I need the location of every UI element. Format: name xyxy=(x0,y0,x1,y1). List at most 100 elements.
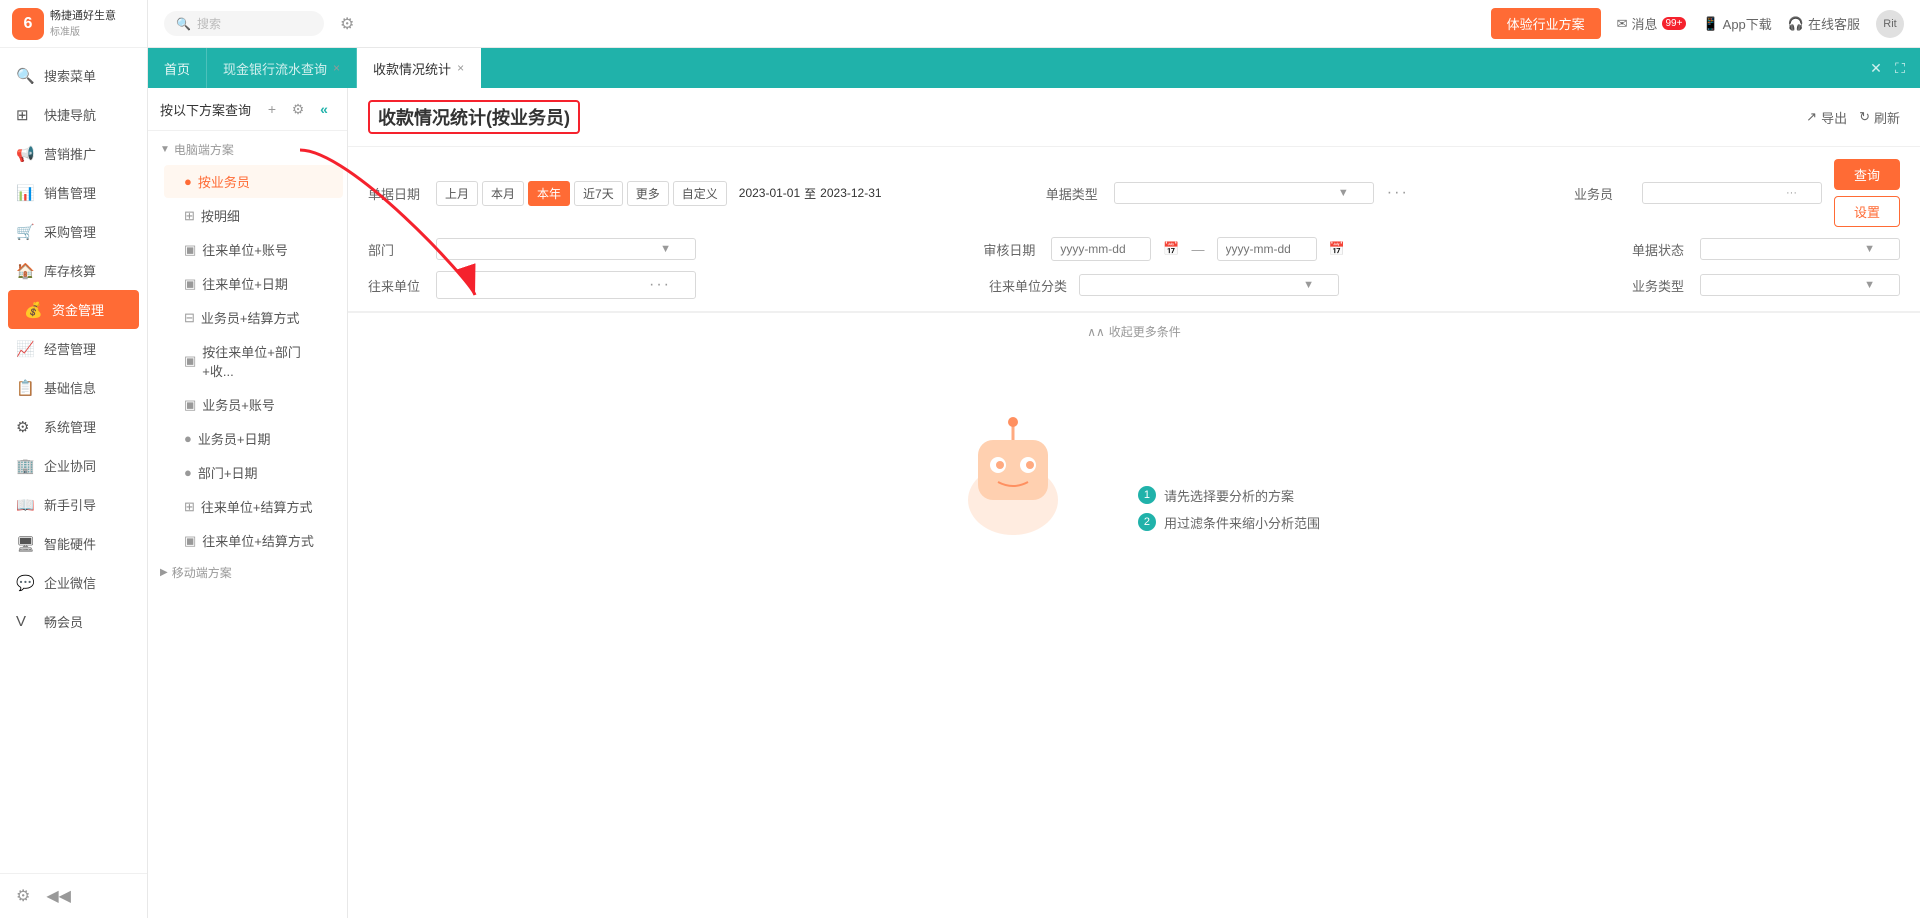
sidebar-item-marketing[interactable]: 📢 营销推广 xyxy=(0,134,147,173)
sidebar-item-operations[interactable]: 📈 经营管理 xyxy=(0,329,147,368)
scheme-item-salesman[interactable]: ● 按业务员 xyxy=(164,165,343,198)
sidebar-item-sales[interactable]: 📊 销售管理 xyxy=(0,173,147,212)
scheme-settings-btn[interactable]: ⚙ xyxy=(287,98,309,120)
from-unit-select[interactable]: ··· xyxy=(436,271,696,299)
tab-bank-flow[interactable]: 现金银行流水查询 × xyxy=(207,48,357,88)
from-unit-more-btn[interactable]: ··· xyxy=(649,276,671,294)
tab-receipt-stats[interactable]: 收款情况统计 × xyxy=(357,48,481,88)
scheme-item-unit-settle2[interactable]: ▣ 往来单位+结算方式 xyxy=(164,524,343,557)
logo-area: 6 畅捷通好生意 标准版 xyxy=(0,0,147,48)
date-btn-7days[interactable]: 近7天 xyxy=(574,181,623,206)
scheme-item-unit-date[interactable]: ▣ 往来单位+日期 xyxy=(164,267,343,300)
page-title: 收款情况统计(按业务员) xyxy=(368,100,580,134)
date-btn-this-year[interactable]: 本年 xyxy=(528,181,570,206)
scheme-header-label: 按以下方案查询 xyxy=(160,100,251,119)
online-service-btn[interactable]: 🎧 在线客服 xyxy=(1788,14,1860,33)
newbie-icon: 📖 xyxy=(16,496,36,514)
sidebar-item-quicknav[interactable]: ⊞ 快捷导航 xyxy=(0,95,147,134)
doc-status-select[interactable]: ▼ xyxy=(1700,238,1900,260)
item-icon-ss: ⊟ xyxy=(184,310,195,326)
date-range-divider: — xyxy=(1192,242,1205,257)
tab-close-bank-flow[interactable]: × xyxy=(333,61,340,75)
scheme-collapse-btn[interactable]: « xyxy=(313,98,335,120)
filter-row-1: 单据日期 上月 本月 本年 近7天 更多 自定义 2023-01-01 至 20… xyxy=(368,159,1900,227)
sidebar-nav: 🔍 搜索菜单 ⊞ 快捷导航 📢 营销推广 📊 销售管理 🛒 采购管理 🏠 库存核… xyxy=(0,48,147,873)
from-unit-class-select[interactable]: ▼ xyxy=(1079,274,1339,296)
query-btn[interactable]: 查询 xyxy=(1834,159,1900,190)
scheme-item-detail[interactable]: ⊞ 按明细 xyxy=(164,199,343,232)
item-icon-dd: ● xyxy=(184,465,192,480)
sidebar-item-finance[interactable]: 💰 资金管理 xyxy=(8,290,139,329)
scheme-item-unit-dept[interactable]: ▣ 按往来单位+部门+收... xyxy=(164,335,343,387)
trial-btn[interactable]: 体验行业方案 xyxy=(1491,8,1601,39)
robot-illustration xyxy=(948,410,1078,540)
user-avatar[interactable]: Rit xyxy=(1876,10,1904,38)
sidebar-item-wechat[interactable]: 💬 企业微信 xyxy=(0,563,147,602)
scheme-item-unit-account[interactable]: ▣ 往来单位+账号 xyxy=(164,233,343,266)
item-icon-uds: ▣ xyxy=(184,353,196,369)
tab-home[interactable]: 首页 xyxy=(148,48,207,88)
sidebar-item-newbie[interactable]: 📖 新手引导 xyxy=(0,485,147,524)
collapse-label: 收起更多条件 xyxy=(1109,323,1181,340)
window-btns: ✕ ⛶ xyxy=(1856,48,1920,88)
company-icon: 🏢 xyxy=(16,457,36,475)
messages-btn[interactable]: ✉ 消息 99+ xyxy=(1617,14,1687,33)
date-btn-last-month[interactable]: 上月 xyxy=(436,181,478,206)
sidebar-item-member[interactable]: V 畅会员 xyxy=(0,602,147,641)
tab-close-receipt-stats[interactable]: × xyxy=(457,61,464,75)
scheme-item-salesman-date[interactable]: ● 业务员+日期 xyxy=(164,422,343,455)
collapse-sidebar-icon[interactable]: ◀◀ xyxy=(46,886,71,906)
sidebar-item-purchase[interactable]: 🛒 采购管理 xyxy=(0,212,147,251)
date-btn-custom[interactable]: 自定义 xyxy=(673,181,727,206)
refresh-btn[interactable]: ↻ 刷新 xyxy=(1859,108,1900,127)
sidebar-item-hardware[interactable]: 🖥 智能硬件 xyxy=(0,524,147,563)
tip-num-2: 2 xyxy=(1138,513,1156,531)
sidebar-item-inventory[interactable]: 🏠 库存核算 xyxy=(0,251,147,290)
sidebar-item-company[interactable]: 🏢 企业协同 xyxy=(0,446,147,485)
dept-select[interactable]: ▼ xyxy=(436,238,696,260)
calendar-icon-from[interactable]: 📅 xyxy=(1163,241,1179,257)
doc-type-select[interactable]: ▼ xyxy=(1114,182,1374,204)
filter-area: 单据日期 上月 本月 本年 近7天 更多 自定义 2023-01-01 至 20… xyxy=(348,147,1920,312)
date-label: 单据日期 xyxy=(368,184,424,203)
biz-type-select[interactable]: ▼ xyxy=(1700,274,1900,296)
scheme-item-dept-date[interactable]: ● 部门+日期 xyxy=(164,456,343,489)
topbar: 🔍 搜索 ⚙ 体验行业方案 ✉ 消息 99+ 📱 App下载 🎧 在线客服 Ri… xyxy=(148,0,1920,48)
refresh-icon: ↻ xyxy=(1859,109,1870,125)
app-download-btn[interactable]: 📱 App下载 xyxy=(1702,14,1771,33)
window-close-btn[interactable]: ✕ xyxy=(1868,60,1884,76)
system-icon: ⚙ xyxy=(16,418,36,436)
baseinfo-icon: 📋 xyxy=(16,379,36,397)
settings-icon[interactable]: ⚙ xyxy=(16,886,30,906)
salesman-select[interactable]: ··· xyxy=(1642,182,1822,204)
date-btn-this-month[interactable]: 本月 xyxy=(482,181,524,206)
collapse-bar[interactable]: ∧∧ 收起更多条件 xyxy=(348,312,1920,350)
export-btn[interactable]: ↗ 导出 xyxy=(1806,108,1847,127)
scheme-item-unit-settle1[interactable]: ⊞ 往来单位+结算方式 xyxy=(164,490,343,523)
review-date-to[interactable] xyxy=(1217,237,1317,261)
tabbar: 首页 现金银行流水查询 × 收款情况统计 × ✕ ⛶ xyxy=(148,48,1920,88)
filter-row-3: 往来单位 ··· 往来单位分类 ▼ 业务类型 ▼ xyxy=(368,271,1900,299)
sidebar-item-baseinfo[interactable]: 📋 基础信息 xyxy=(0,368,147,407)
calendar-icon-to[interactable]: 📅 xyxy=(1329,241,1345,257)
item-icon-us1: ⊞ xyxy=(184,499,195,515)
doc-type-label: 单据类型 xyxy=(1046,184,1102,203)
scheme-group-pc[interactable]: ▼ 电脑端方案 xyxy=(148,135,347,164)
date-btn-more[interactable]: 更多 xyxy=(627,181,669,206)
item-icon-sdate: ● xyxy=(184,431,192,446)
settings-topbar-icon[interactable]: ⚙ xyxy=(340,14,354,34)
set-btn[interactable]: 设置 xyxy=(1834,196,1900,227)
sidebar-item-search[interactable]: 🔍 搜索菜单 xyxy=(0,56,147,95)
scheme-group-mobile[interactable]: ▶ 移动端方案 xyxy=(148,558,347,587)
scheme-header: 按以下方案查询 + ⚙ « xyxy=(148,88,347,131)
from-unit-class-label: 往来单位分类 xyxy=(989,276,1067,295)
scheme-item-salesman-account[interactable]: ▣ 业务员+账号 xyxy=(164,388,343,421)
review-date-label: 审核日期 xyxy=(983,240,1039,259)
topbar-search[interactable]: 🔍 搜索 xyxy=(164,11,324,36)
sidebar-item-system[interactable]: ⚙ 系统管理 xyxy=(0,407,147,446)
doc-type-more-btn[interactable]: ··· xyxy=(1387,184,1409,202)
review-date-from[interactable] xyxy=(1051,237,1151,261)
window-maximize-btn[interactable]: ⛶ xyxy=(1892,60,1908,76)
scheme-item-salesman-settle[interactable]: ⊟ 业务员+结算方式 xyxy=(164,301,343,334)
scheme-add-btn[interactable]: + xyxy=(261,98,283,120)
